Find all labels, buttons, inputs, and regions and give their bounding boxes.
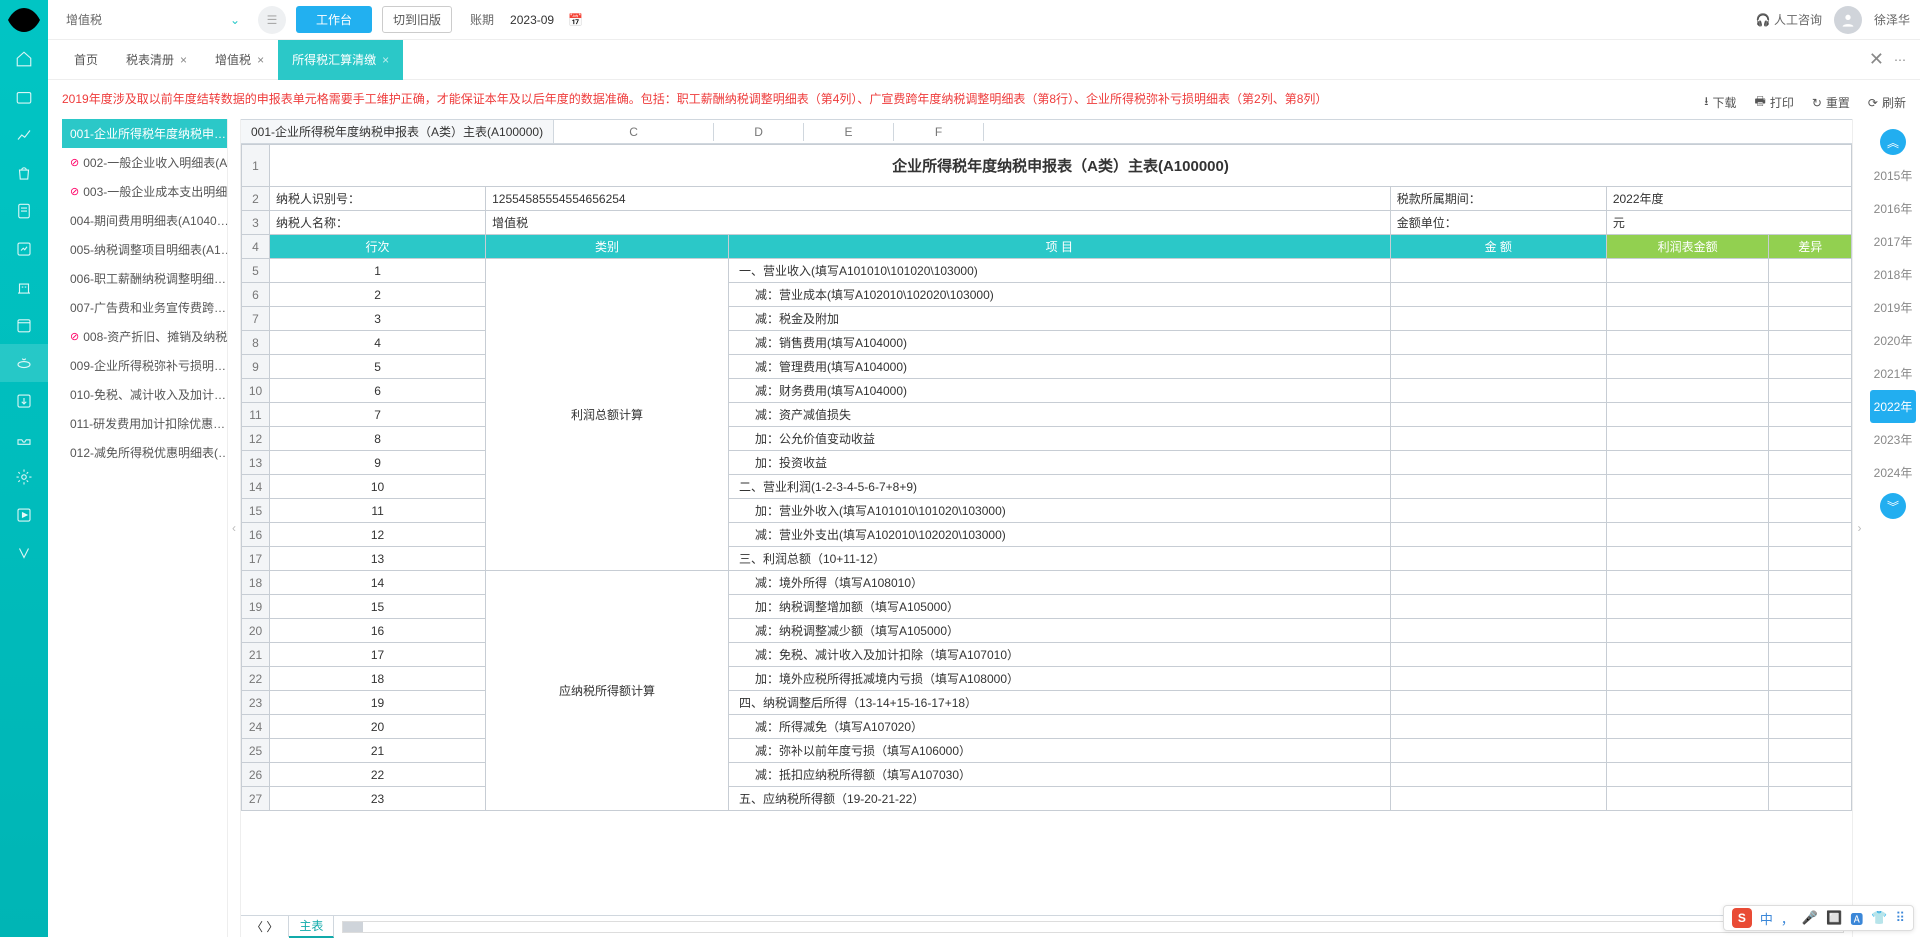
sidebar (0, 0, 48, 937)
close-icon[interactable]: × (257, 53, 264, 67)
col-header: D (714, 123, 804, 141)
menu-round-button[interactable]: ☰ (258, 6, 286, 34)
form-item-6[interactable]: 007-广告费和业务宣传费跨… (62, 293, 227, 322)
tab-1[interactable]: 税表清册× (112, 40, 201, 80)
ime-voice-icon[interactable]: 🎤 (1802, 910, 1818, 926)
tab-2[interactable]: 增值税× (201, 40, 278, 80)
nav-v-icon[interactable] (0, 534, 48, 572)
nav-chart-icon[interactable] (0, 116, 48, 154)
org-selector[interactable]: 增值税 ⌄ (58, 11, 248, 28)
form-item-10[interactable]: 011-研发费用加计扣除优惠… (62, 409, 227, 438)
refresh-button[interactable]: ⟳ 刷新 (1868, 92, 1906, 113)
form-item-8[interactable]: 009-企业所得税弥补亏损明… (62, 351, 227, 380)
ime-grid-icon[interactable]: ⠿ (1895, 910, 1905, 926)
nav-bag-icon[interactable] (0, 154, 48, 192)
nav-home-icon[interactable] (0, 40, 48, 78)
ime-skin-icon[interactable]: 🔲 (1826, 910, 1842, 926)
form-item-1[interactable]: ⊘002-一般企业收入明细表(A1… (62, 148, 227, 177)
year-2020年[interactable]: 2020年 (1870, 324, 1916, 357)
collapse-right-icon[interactable]: › (1852, 119, 1866, 937)
workbench-button[interactable]: 工作台 (296, 6, 372, 33)
spreadsheet: 001-企业所得税年度纳税申报表（A类）主表(A100000) CDEF 1企业… (241, 119, 1852, 937)
ime-toolbar[interactable]: S 中 ， 🎤 🔲 🅰 👕 ⠿ (1723, 905, 1914, 931)
year-2018年[interactable]: 2018年 (1870, 258, 1916, 291)
error-icon: ⊘ (70, 330, 79, 343)
year-2021年[interactable]: 2021年 (1870, 357, 1916, 390)
year-2019年[interactable]: 2019年 (1870, 291, 1916, 324)
ime-logo-icon: S (1732, 908, 1752, 928)
app-logo (0, 0, 48, 40)
form-item-3[interactable]: 004-期间费用明细表(A1040… (62, 206, 227, 235)
year-2024年[interactable]: 2024年 (1870, 456, 1916, 489)
year-2016年[interactable]: 2016年 (1870, 192, 1916, 225)
grid-area[interactable]: 1企业所得税年度纳税申报表（A类）主表(A100000)2纳税人识别号：1255… (241, 144, 1852, 915)
sheet-nav[interactable]: 〈 〉 (241, 916, 289, 937)
col-header: E (804, 123, 894, 141)
nav-export-icon[interactable] (0, 382, 48, 420)
ime-punct[interactable]: ， (1781, 909, 1794, 928)
nav-building-icon[interactable] (0, 268, 48, 306)
form-list: 001-企业所得税年度纳税申…⊘002-一般企业收入明细表(A1…⊘003-一般… (62, 119, 227, 937)
nav-play-icon[interactable] (0, 496, 48, 534)
year-down-icon[interactable]: ︾ (1880, 493, 1906, 519)
period-label: 账期 (470, 11, 494, 28)
tab-3[interactable]: 所得税汇算清缴× (278, 40, 403, 80)
page-tabs: 首页税表清册×增值税×所得税汇算清缴× ✕ ⋯ (48, 40, 1920, 80)
nav-doc-icon[interactable] (0, 192, 48, 230)
ime-shirt-icon[interactable]: 👕 (1871, 910, 1887, 926)
nav-folder-icon[interactable] (0, 78, 48, 116)
download-button[interactable]: ⭳ 下载 (1704, 92, 1736, 113)
print-button[interactable]: 🖶 打印 (1755, 92, 1794, 113)
consult-link[interactable]: 🎧 人工咨询 (1756, 11, 1822, 28)
nav-report-icon[interactable] (0, 230, 48, 268)
form-item-0[interactable]: 001-企业所得税年度纳税申… (62, 119, 227, 148)
year-column: ︽ 2015年2016年2017年2018年2019年2020年2021年202… (1866, 119, 1920, 937)
tab-close-all-icon[interactable]: ✕ (1869, 49, 1884, 70)
error-icon: ⊘ (70, 156, 79, 169)
toolbar: ⭳ 下载 🖶 打印 ↻ 重置 ⟳ 刷新 (1704, 90, 1906, 113)
close-icon[interactable]: × (382, 53, 389, 67)
tab-more-icon[interactable]: ⋯ (1894, 53, 1908, 67)
form-item-4[interactable]: 005-纳税调整项目明细表(A1… (62, 235, 227, 264)
chevron-down-icon: ⌄ (230, 13, 240, 27)
ime-lang[interactable]: 中 (1760, 909, 1773, 928)
reset-button[interactable]: ↻ 重置 (1812, 92, 1850, 113)
col-header: F (894, 123, 984, 141)
ime-a-icon[interactable]: 🅰 (1850, 909, 1863, 928)
period-value[interactable]: 2023-09 (510, 13, 554, 27)
error-icon: ⊘ (70, 185, 79, 198)
nav-dish-icon[interactable] (0, 344, 48, 382)
form-item-7[interactable]: ⊘008-资产折旧、摊销及纳税… (62, 322, 227, 351)
year-up-icon[interactable]: ︽ (1880, 129, 1906, 155)
form-item-2[interactable]: ⊘003-一般企业成本支出明细… (62, 177, 227, 206)
nav-calendar-icon[interactable] (0, 306, 48, 344)
form-item-5[interactable]: 006-职工薪酬纳税调整明细… (62, 264, 227, 293)
close-icon[interactable]: × (180, 53, 187, 67)
col-header: C (554, 123, 714, 141)
year-2023年[interactable]: 2023年 (1870, 423, 1916, 456)
sheet-footer: 〈 〉 主表 (241, 915, 1852, 937)
nav-settings-icon[interactable] (0, 458, 48, 496)
nav-inbox-icon[interactable] (0, 420, 48, 458)
topbar: 增值税 ⌄ ☰ 工作台 切到旧版 账期 2023-09 📅 🎧 人工咨询 徐泽华 (48, 0, 1920, 40)
org-name: 增值税 (66, 11, 102, 28)
collapse-left-icon[interactable]: ‹ (227, 119, 241, 937)
user-avatar[interactable] (1834, 6, 1862, 34)
warning-text: 2019年度涉及取以前年度结转数据的申报表单元格需要手工维护正确，才能保证本年及… (62, 90, 1694, 109)
tab-0[interactable]: 首页 (60, 40, 112, 80)
form-item-9[interactable]: 010-免税、减计收入及加计… (62, 380, 227, 409)
sheet-path: 001-企业所得税年度纳税申报表（A类）主表(A100000) (241, 120, 554, 143)
year-2022年[interactable]: 2022年 (1870, 390, 1916, 423)
horizontal-scrollbar[interactable] (342, 921, 1844, 933)
form-item-11[interactable]: 012-减免所得税优惠明细表(… (62, 438, 227, 467)
sheet-tab-main[interactable]: 主表 (289, 915, 334, 938)
user-name[interactable]: 徐泽华 (1874, 11, 1910, 28)
switch-old-button[interactable]: 切到旧版 (382, 6, 452, 33)
year-2017年[interactable]: 2017年 (1870, 225, 1916, 258)
year-2015年[interactable]: 2015年 (1870, 159, 1916, 192)
calendar-icon[interactable]: 📅 (568, 13, 583, 27)
